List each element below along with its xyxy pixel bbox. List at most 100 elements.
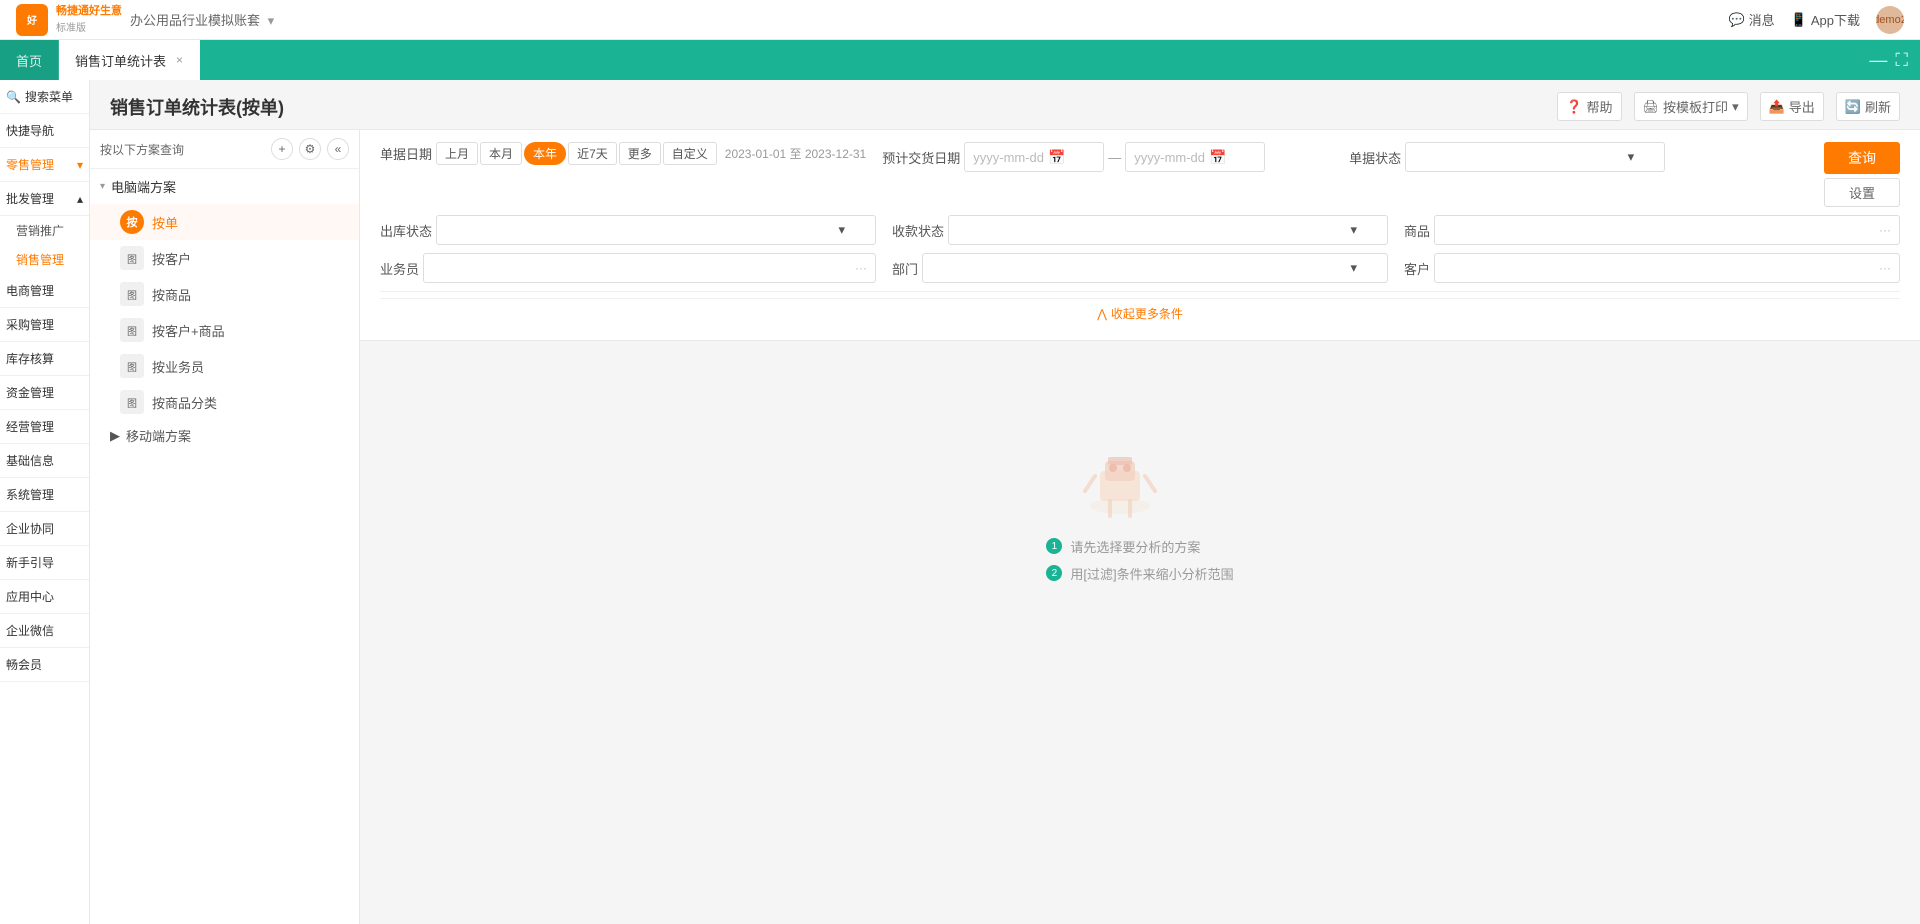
page-actions: ❓ 帮助 🖨 按模板打印 ▾ 📤 导出 🔄 刷新 <box>1557 92 1900 121</box>
sidebar-item-basic[interactable]: 基础信息 <box>0 444 89 478</box>
empty-state: 1 请先选择要分析的方案 2 用[过滤]条件来缩小分析范围 <box>360 341 1920 663</box>
export-btn[interactable]: 📤 导出 <box>1760 92 1824 121</box>
sidebar-item-wholesale[interactable]: 批发管理 ▴ <box>0 182 89 216</box>
query-btn-group: 查询 设置 <box>1824 142 1900 207</box>
dept-select[interactable]: ▾ <box>922 253 1388 283</box>
date-btn-custom[interactable]: 自定义 <box>663 142 717 165</box>
customer-more-icon: ··· <box>1879 261 1891 275</box>
scheme-item-by-order-label: 按单 <box>152 213 178 232</box>
message-btn[interactable]: 💬 消息 <box>1728 10 1774 29</box>
tab-home[interactable]: 首页 <box>0 40 59 80</box>
sidebar-item-marketing[interactable]: 营销推广 <box>0 216 89 245</box>
scheme-item-by-customer[interactable]: 图 按客户 <box>90 240 359 276</box>
sidebar-item-enterprise[interactable]: 企业协同 <box>0 512 89 546</box>
settings-scheme-btn[interactable]: ⚙ <box>299 138 321 160</box>
collapse-more-btn[interactable]: ⋀ 收起更多条件 <box>380 298 1900 328</box>
settings-btn[interactable]: 设置 <box>1824 178 1900 207</box>
sidebar: 🔍 搜索菜单 快捷导航 零售管理 ▾ 批发管理 ▴ 营销推广 销售管理 电商管理… <box>0 80 90 924</box>
customer-input[interactable]: ··· <box>1434 253 1900 283</box>
scheme-group-desktop-header[interactable]: ▾ 电脑端方案 <box>90 169 359 204</box>
print-dropdown-arrow-icon: ▾ <box>1732 99 1739 115</box>
filter-row-3: 业务员 ··· 部门 ▾ <box>380 253 1900 283</box>
print-btn[interactable]: 🖨 按模板打印 ▾ <box>1634 92 1748 121</box>
expected-date-label: 预计交货日期 <box>882 148 960 167</box>
top-bar-right: 💬 消息 📱 App下载 demo2 <box>1728 6 1904 34</box>
sidebar-item-inventory[interactable]: 库存核算 <box>0 342 89 376</box>
date-btn-more[interactable]: 更多 <box>619 142 661 165</box>
sidebar-item-ecommerce[interactable]: 电商管理 <box>0 274 89 308</box>
filter-goods-group: 商品 ··· <box>1404 215 1900 245</box>
filter-salesman-group: 业务员 ··· <box>380 253 876 283</box>
minimize-icon[interactable]: — <box>1869 50 1887 71</box>
page-header: 销售订单统计表(按单) ❓ 帮助 🖨 按模板打印 ▾ 📤 导出 🔄 刷新 <box>90 80 1920 130</box>
scheme-item-by-customer-goods[interactable]: 图 按客户+商品 <box>90 312 359 348</box>
scheme-item-by-goods[interactable]: 图 按商品 <box>90 276 359 312</box>
date-to-placeholder: yyyy-mm-dd <box>1134 150 1205 165</box>
sidebar-item-app-center[interactable]: 应用中心 <box>0 580 89 614</box>
scheme-item-by-customer-label: 按客户 <box>152 249 191 268</box>
dept-dropdown-icon: ▾ <box>1350 260 1357 276</box>
date-separator: — <box>1108 150 1121 165</box>
sidebar-item-purchase[interactable]: 采购管理 <box>0 308 89 342</box>
refresh-btn[interactable]: 🔄 刷新 <box>1836 92 1900 121</box>
dept-label: 部门 <box>892 259 918 278</box>
goods-input[interactable]: ··· <box>1434 215 1900 245</box>
expected-date-to-input[interactable]: yyyy-mm-dd 📅 <box>1125 142 1265 172</box>
status-select[interactable]: ▾ <box>1405 142 1665 172</box>
query-btn[interactable]: 查询 <box>1824 142 1900 174</box>
goods-more-icon: ··· <box>1879 223 1891 237</box>
right-panel: 单据日期 上月 本月 本年 近7天 更多 自定义 2023-01-01 至 20… <box>360 130 1920 924</box>
filter-status-group: 单据状态 ▾ <box>1349 142 1800 172</box>
collapse-up-icon: ⋀ <box>1097 307 1107 321</box>
sidebar-item-retail[interactable]: 零售管理 ▾ <box>0 148 89 182</box>
goods-label: 商品 <box>1404 221 1430 240</box>
calendar-from-icon[interactable]: 📅 <box>1048 149 1065 166</box>
scheme-item-by-order[interactable]: 按 按单 <box>90 204 359 240</box>
sidebar-item-finance[interactable]: 资金管理 <box>0 376 89 410</box>
collection-dropdown-icon: ▾ <box>1350 222 1357 238</box>
add-scheme-btn[interactable]: + <box>271 138 293 160</box>
scheme-group-mobile: ▶ 移动端方案 <box>90 420 359 451</box>
app-download-btn[interactable]: 📱 App下载 <box>1791 10 1860 29</box>
maximize-icon[interactable]: ⛶ <box>1895 50 1908 71</box>
date-btn-last-month[interactable]: 上月 <box>436 142 478 165</box>
calendar-to-icon[interactable]: 📅 <box>1209 149 1226 166</box>
sidebar-item-quick-nav[interactable]: 快捷导航 <box>0 114 89 148</box>
sidebar-item-system[interactable]: 系统管理 <box>0 478 89 512</box>
filter-dept-group: 部门 ▾ <box>892 253 1388 283</box>
expected-date-from-input[interactable]: yyyy-mm-dd 📅 <box>964 142 1104 172</box>
empty-hints: 1 请先选择要分析的方案 2 用[过滤]条件来缩小分析范围 <box>1046 537 1233 583</box>
collapse-row: ⋀ 收起更多条件 <box>380 291 1900 328</box>
filter-row-2: 出库状态 ▾ 收款状态 ▾ <box>380 215 1900 245</box>
message-icon: 💬 <box>1728 12 1744 28</box>
tab-sales-order-stat[interactable]: 销售订单统计表 × <box>59 40 200 80</box>
collection-select[interactable]: ▾ <box>948 215 1388 245</box>
help-btn[interactable]: ❓ 帮助 <box>1557 92 1621 121</box>
scheme-item-by-goods-category[interactable]: 图 按商品分类 <box>90 384 359 420</box>
customer-label: 客户 <box>1404 259 1430 278</box>
tab-close-icon[interactable]: × <box>176 53 183 67</box>
filter-date-group: 单据日期 上月 本月 本年 近7天 更多 自定义 2023-01-01 至 20… <box>380 142 866 165</box>
scheme-group-mobile-header[interactable]: ▶ 移动端方案 <box>90 420 359 451</box>
by-goods-category-icon: 图 <box>120 390 144 414</box>
sidebar-item-operations[interactable]: 经营管理 <box>0 410 89 444</box>
avatar[interactable]: demo2 <box>1876 6 1904 34</box>
search-icon: 🔍 <box>6 90 21 104</box>
sidebar-item-sales[interactable]: 销售管理 <box>0 245 89 274</box>
sidebar-item-wechat[interactable]: 企业微信 <box>0 614 89 648</box>
sidebar-item-vip[interactable]: 畅会员 <box>0 648 89 682</box>
dropdown-arrow-icon[interactable]: ▾ <box>268 13 275 28</box>
outbound-select[interactable]: ▾ <box>436 215 876 245</box>
scheme-item-by-goods-category-label: 按商品分类 <box>152 393 217 412</box>
download-icon: 📱 <box>1791 12 1807 28</box>
by-goods-icon: 图 <box>120 282 144 306</box>
collapse-panel-btn[interactable]: « <box>327 138 349 160</box>
sidebar-item-newbie[interactable]: 新手引导 <box>0 546 89 580</box>
date-btns: 上月 本月 本年 近7天 更多 自定义 <box>436 142 717 165</box>
scheme-item-by-salesman[interactable]: 图 按业务员 <box>90 348 359 384</box>
salesman-input[interactable]: ··· <box>423 253 876 283</box>
date-btn-this-month[interactable]: 本月 <box>480 142 522 165</box>
sidebar-item-search[interactable]: 🔍 搜索菜单 <box>0 80 89 114</box>
date-btn-this-year[interactable]: 本年 <box>524 142 566 165</box>
date-btn-7days[interactable]: 近7天 <box>568 142 617 165</box>
